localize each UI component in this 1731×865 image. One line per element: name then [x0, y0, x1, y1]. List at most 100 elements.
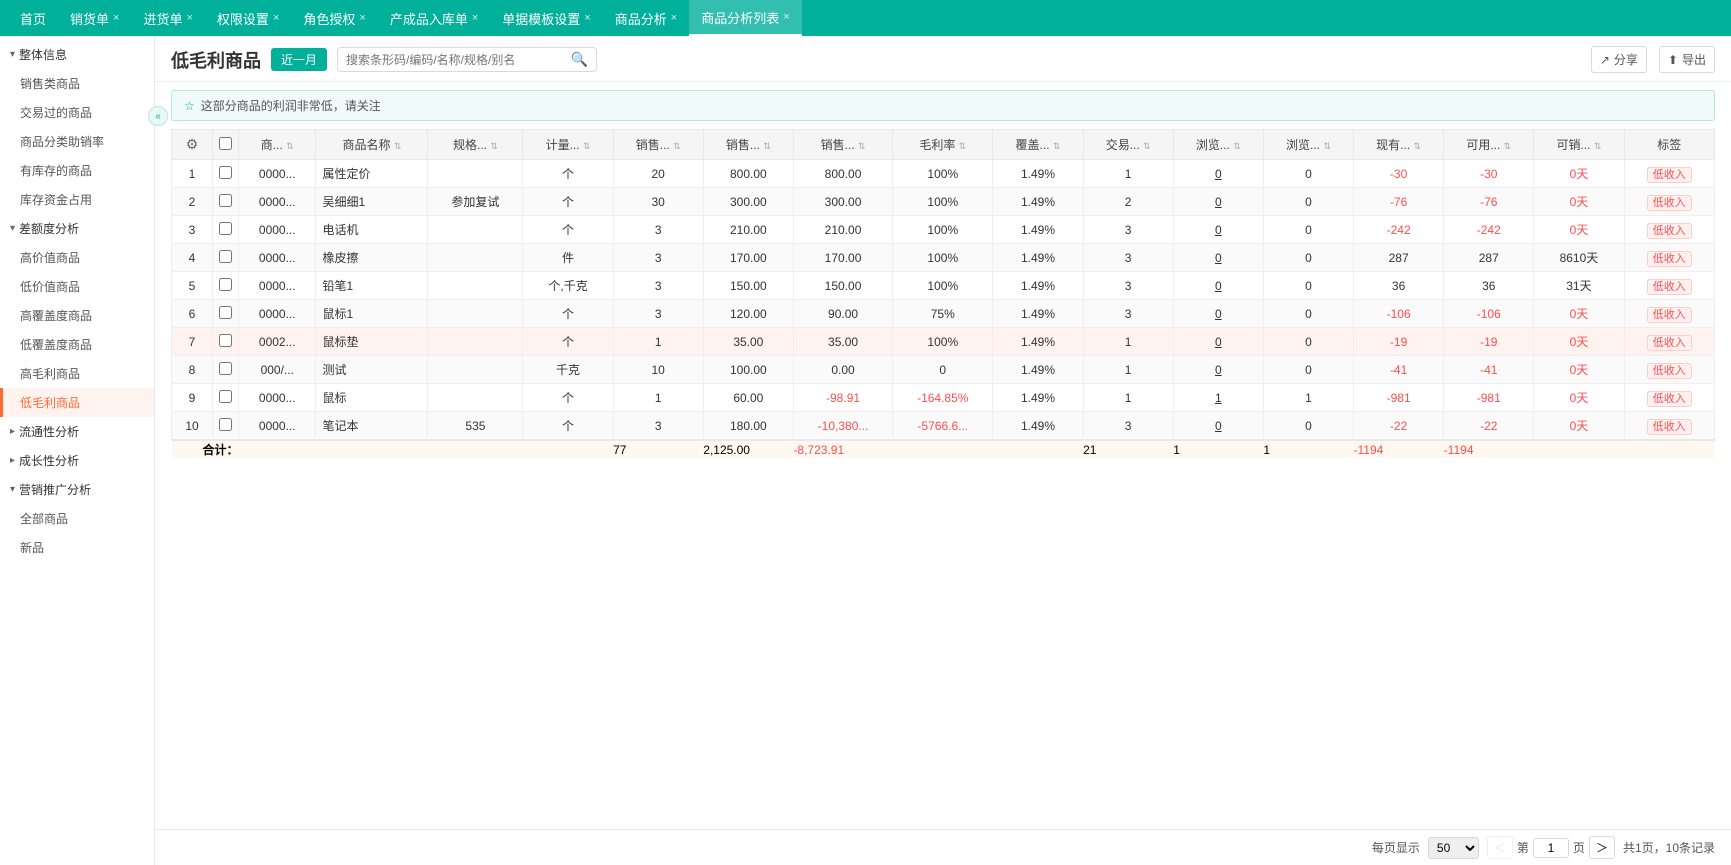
- row-name-1[interactable]: 吴细细1: [316, 188, 428, 216]
- row-name-6[interactable]: 鼠标垫: [316, 328, 428, 356]
- row-tag-6: 低收入: [1624, 328, 1715, 356]
- row-checkbox-6[interactable]: [219, 334, 232, 347]
- sidebar-collapse-btn[interactable]: «: [148, 106, 168, 126]
- row-saleamt-0: 800.00: [793, 160, 892, 188]
- sidebar-item-1-4[interactable]: 高毛利商品: [0, 359, 154, 388]
- total-empty-coverage: [993, 440, 1083, 458]
- row-checkbox-3[interactable]: [219, 250, 232, 263]
- col-trade[interactable]: 交易... ⇅: [1083, 130, 1173, 160]
- row-name-7[interactable]: 测试: [316, 356, 428, 384]
- nav-item-3[interactable]: 权限设置×: [205, 0, 291, 36]
- sidebar-group-4[interactable]: ▾ 营销推广分析: [0, 475, 154, 504]
- col-settings[interactable]: ⚙: [172, 130, 213, 160]
- row-checkbox-9[interactable]: [219, 418, 232, 431]
- view1-link-4[interactable]: 0: [1215, 279, 1222, 293]
- settings-icon[interactable]: ⚙: [186, 136, 199, 152]
- col-sale-amount[interactable]: 销售... ⇅: [793, 130, 892, 160]
- sidebar-item-1-2[interactable]: 高覆盖度商品: [0, 301, 154, 330]
- sidebar-group-0[interactable]: ▾ 整体信息: [0, 40, 154, 69]
- row-trade-8: 1: [1083, 384, 1173, 412]
- nav-close-btn-1[interactable]: ×: [113, 12, 119, 24]
- sidebar-group-2[interactable]: ▸ 流通性分析: [0, 417, 154, 446]
- sidebar-item-4-1[interactable]: 新品: [0, 533, 154, 562]
- col-spec[interactable]: 规格... ⇅: [428, 130, 523, 160]
- view1-link-1[interactable]: 0: [1215, 195, 1222, 209]
- sidebar-group-1[interactable]: ▾ 差额度分析: [0, 214, 154, 243]
- row-checkbox-8[interactable]: [219, 390, 232, 403]
- view1-link-7[interactable]: 0: [1215, 363, 1222, 377]
- per-page-label: 每页显示: [1372, 839, 1420, 856]
- col-sale-price[interactable]: 销售... ⇅: [703, 130, 793, 160]
- view1-link-3[interactable]: 0: [1215, 251, 1222, 265]
- row-checkbox-1[interactable]: [219, 194, 232, 207]
- sidebar-item-0-2[interactable]: 商品分类助销率: [0, 127, 154, 156]
- nav-close-btn-5[interactable]: ×: [472, 12, 478, 24]
- export-btn[interactable]: ⬆ 导出: [1659, 46, 1715, 73]
- row-name-5[interactable]: 鼠标1: [316, 300, 428, 328]
- nav-item-2[interactable]: 进货单×: [131, 0, 204, 36]
- sidebar-group-3[interactable]: ▸ 成长性分析: [0, 446, 154, 475]
- col-unit[interactable]: 计量... ⇅: [523, 130, 613, 160]
- row-checkbox-4[interactable]: [219, 278, 232, 291]
- row-name-0[interactable]: 属性定价: [316, 160, 428, 188]
- nav-close-btn-8[interactable]: ×: [783, 11, 789, 23]
- col-gross-margin[interactable]: 毛利率 ⇅: [893, 130, 993, 160]
- col-coverage[interactable]: 覆盖... ⇅: [993, 130, 1083, 160]
- sidebar-item-1-5[interactable]: 低毛利商品: [0, 388, 154, 417]
- nav-item-4[interactable]: 角色授权×: [291, 0, 377, 36]
- next-page-btn[interactable]: ＞: [1589, 836, 1615, 859]
- row-name-2[interactable]: 电话机: [316, 216, 428, 244]
- sidebar-item-4-0[interactable]: 全部商品: [0, 504, 154, 533]
- view1-link-0[interactable]: 0: [1215, 167, 1222, 181]
- nav-item-1[interactable]: 销货单×: [58, 0, 131, 36]
- share-btn[interactable]: ↗ 分享: [1591, 46, 1647, 73]
- nav-close-btn-3[interactable]: ×: [273, 12, 279, 24]
- row-name-8[interactable]: 鼠标: [316, 384, 428, 412]
- row-name-4[interactable]: 铅笔1: [316, 272, 428, 300]
- view1-link-8[interactable]: 1: [1215, 391, 1222, 405]
- nav-item-6[interactable]: 单据模板设置×: [490, 0, 602, 36]
- view1-link-9[interactable]: 0: [1215, 419, 1222, 433]
- nav-close-btn-2[interactable]: ×: [186, 12, 192, 24]
- row-checkbox-7[interactable]: [219, 362, 232, 375]
- col-view1[interactable]: 浏览... ⇅: [1173, 130, 1263, 160]
- total-available: -1194: [1444, 440, 1534, 458]
- sidebar-item-0-4[interactable]: 库存资金占用: [0, 185, 154, 214]
- row-avail-4: 36: [1444, 272, 1534, 300]
- row-name-3[interactable]: 橡皮擦: [316, 244, 428, 272]
- col-name[interactable]: 商品名称 ⇅: [316, 130, 428, 160]
- nav-item-8[interactable]: 商品分析列表×: [689, 0, 801, 36]
- col-sale-qty[interactable]: 销售... ⇅: [613, 130, 703, 160]
- nav-close-btn-7[interactable]: ×: [671, 12, 677, 24]
- nav-item-7[interactable]: 商品分析×: [603, 0, 689, 36]
- row-checkbox-0[interactable]: [219, 166, 232, 179]
- nav-close-btn-6[interactable]: ×: [584, 12, 590, 24]
- col-available[interactable]: 可用... ⇅: [1444, 130, 1534, 160]
- col-code[interactable]: 商... ⇅: [239, 130, 316, 160]
- view1-link-6[interactable]: 0: [1215, 335, 1222, 349]
- col-saleable[interactable]: 可销... ⇅: [1534, 130, 1624, 160]
- view1-link-2[interactable]: 0: [1215, 223, 1222, 237]
- sidebar-item-1-3[interactable]: 低覆盖度商品: [0, 330, 154, 359]
- sidebar-item-0-0[interactable]: 销售类商品: [0, 69, 154, 98]
- search-input[interactable]: [346, 53, 571, 67]
- row-name-9[interactable]: 笔记本: [316, 412, 428, 441]
- sidebar-item-0-1[interactable]: 交易过的商品: [0, 98, 154, 127]
- filter-btn[interactable]: 近一月: [271, 48, 327, 71]
- prev-page-btn[interactable]: ＜: [1487, 836, 1513, 859]
- nav-item-0[interactable]: 首页: [8, 0, 58, 36]
- sidebar-item-1-0[interactable]: 高价值商品: [0, 243, 154, 272]
- sidebar-item-1-1[interactable]: 低价值商品: [0, 272, 154, 301]
- sidebar-item-0-3[interactable]: 有库存的商品: [0, 156, 154, 185]
- row-checkbox-5[interactable]: [219, 306, 232, 319]
- page-number-input[interactable]: [1533, 838, 1569, 858]
- col-stock[interactable]: 现有... ⇅: [1354, 130, 1444, 160]
- view1-link-5[interactable]: 0: [1215, 307, 1222, 321]
- col-view2[interactable]: 浏览... ⇅: [1263, 130, 1353, 160]
- nav-item-5[interactable]: 产成品入库单×: [378, 0, 490, 36]
- row-checkbox-2[interactable]: [219, 222, 232, 235]
- nav-close-btn-4[interactable]: ×: [359, 12, 365, 24]
- per-page-select[interactable]: 102050100: [1428, 837, 1479, 859]
- select-all-checkbox[interactable]: [219, 137, 232, 150]
- row-trade-5: 3: [1083, 300, 1173, 328]
